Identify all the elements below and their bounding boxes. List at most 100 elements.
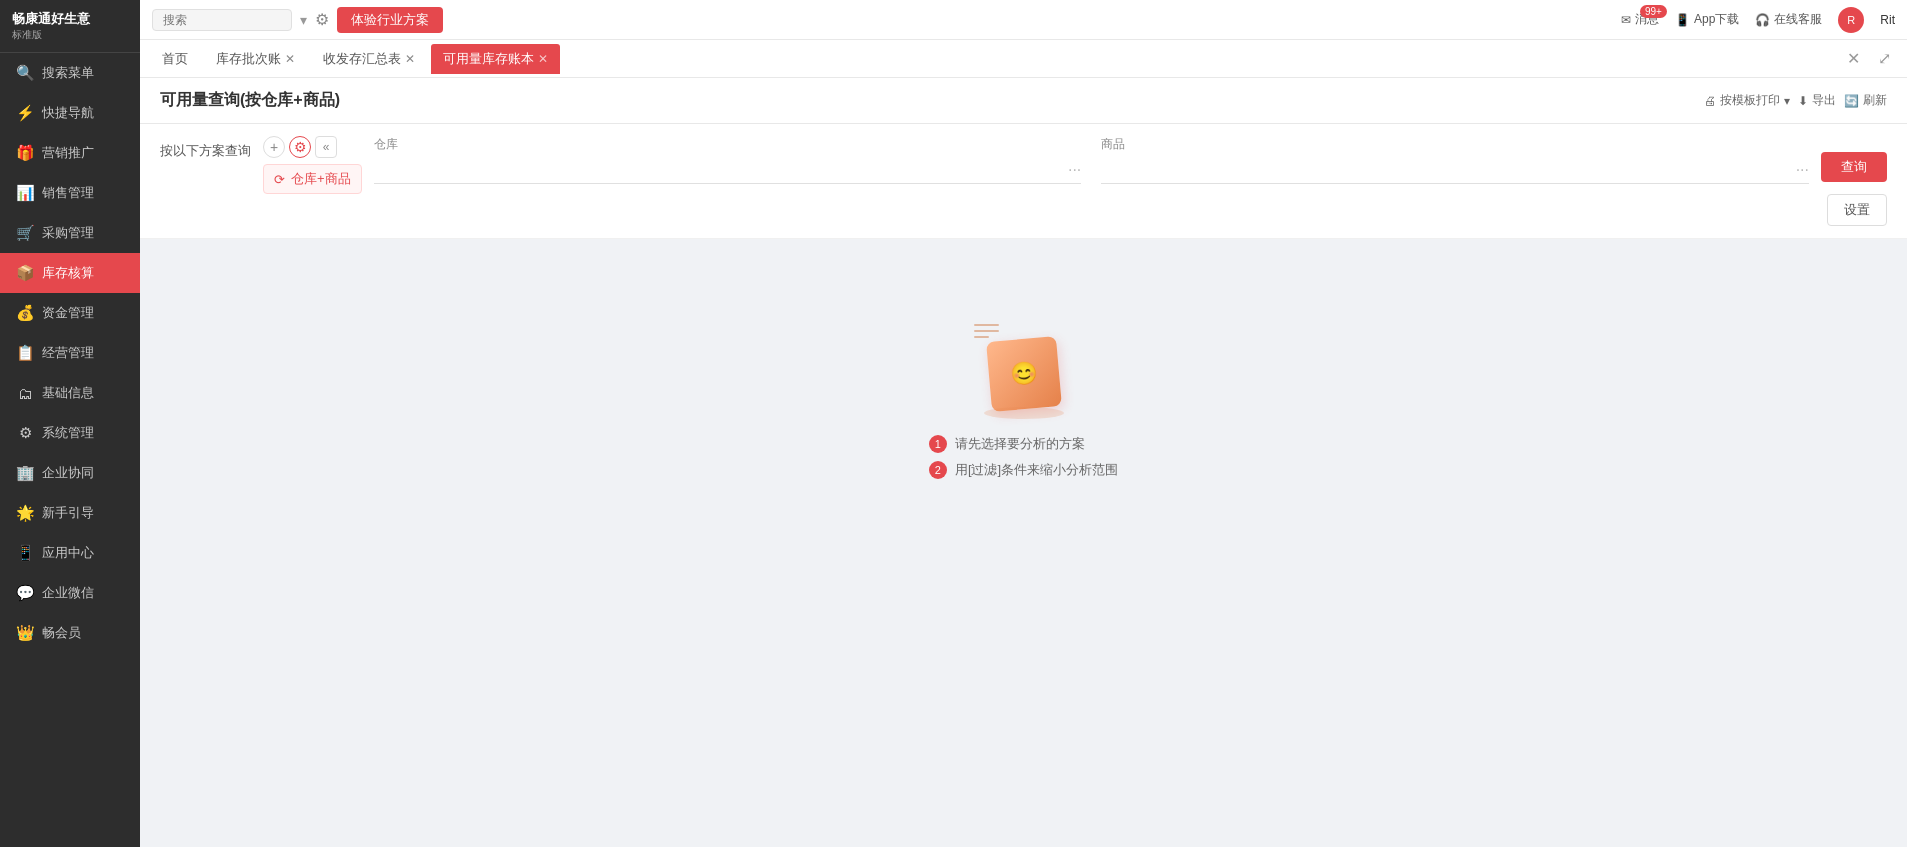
warehouse-input[interactable]	[374, 163, 1064, 178]
tab-batch-account[interactable]: 库存批次账 ✕	[204, 44, 307, 74]
scheme-actions: + ⚙ «	[263, 136, 362, 158]
tabbar: 首页 库存批次账 ✕ 收发存汇总表 ✕ 可用量库存账本 ✕ ✕ ⤢	[140, 40, 1907, 78]
empty-step-1: 1 请先选择要分析的方案	[929, 435, 1118, 453]
page-header: 可用量查询(按仓库+商品) 🖨 按模板打印 ▾ ⬇ 导出 🔄 刷新	[140, 78, 1907, 124]
step-1-text: 请先选择要分析的方案	[955, 435, 1085, 453]
settings-button[interactable]: 设置	[1827, 194, 1887, 226]
sidebar-item-label: 新手引导	[42, 504, 94, 522]
sidebar-item-label: 采购管理	[42, 224, 94, 242]
operation-icon: 📋	[16, 344, 34, 362]
warehouse-more-icon[interactable]: ···	[1068, 161, 1081, 179]
tab-close-icon[interactable]: ✕	[405, 52, 415, 66]
sidebar-item-sales[interactable]: 📊 销售管理	[0, 173, 140, 213]
tab-close-icon[interactable]: ✕	[285, 52, 295, 66]
product-input-wrap: ···	[1101, 157, 1809, 184]
print-icon: 🖨	[1704, 94, 1716, 108]
notification-btn[interactable]: ✉ 消息 99+	[1621, 11, 1659, 28]
warehouse-input-wrap: ···	[374, 157, 1082, 184]
sidebar-item-label: 快捷导航	[42, 104, 94, 122]
app-subtitle: 标准版	[12, 28, 128, 42]
app-download-label: App下载	[1694, 11, 1739, 28]
sidebar-item-enterprise[interactable]: 🏢 企业协同	[0, 453, 140, 493]
sidebar-item-quick-nav[interactable]: ⚡ 快捷导航	[0, 93, 140, 133]
query-button[interactable]: 查询	[1821, 152, 1887, 182]
sidebar-item-inventory[interactable]: 📦 库存核算	[0, 253, 140, 293]
export-btn[interactable]: ⬇ 导出	[1798, 92, 1836, 109]
product-more-icon[interactable]: ···	[1796, 161, 1809, 179]
print-btn[interactable]: 🖨 按模板打印 ▾	[1704, 92, 1790, 109]
add-scheme-btn[interactable]: +	[263, 136, 285, 158]
close-tab-action-btn[interactable]: ✕	[1841, 47, 1866, 70]
search-icon: 🔍	[16, 64, 34, 82]
sidebar-item-basic-info[interactable]: 🗂 基础信息	[0, 373, 140, 413]
phone-icon: 📱	[1675, 13, 1690, 27]
empty-line	[974, 336, 989, 338]
quick-nav-icon: ⚡	[16, 104, 34, 122]
topbar-right: ✉ 消息 99+ 📱 App下载 🎧 在线客服 R Rit	[1621, 7, 1895, 33]
filter-field-product: 商品 ···	[1101, 136, 1809, 184]
app-title: 畅康通好生意	[12, 10, 128, 28]
avatar[interactable]: R	[1838, 7, 1864, 33]
sidebar-item-newbie[interactable]: 🌟 新手引导	[0, 493, 140, 533]
product-label: 商品	[1101, 136, 1809, 153]
empty-line	[974, 324, 999, 326]
export-icon: ⬇	[1798, 94, 1808, 108]
sidebar-item-member[interactable]: 👑 畅会员	[0, 613, 140, 653]
online-service-btn[interactable]: 🎧 在线客服	[1755, 11, 1822, 28]
filter-field-warehouse: 仓库 ···	[374, 136, 1082, 184]
sidebar-item-marketing[interactable]: 🎁 营销推广	[0, 133, 140, 173]
scheme-settings-btn[interactable]: ⚙	[289, 136, 311, 158]
header-actions: 🖨 按模板打印 ▾ ⬇ 导出 🔄 刷新	[1704, 92, 1887, 109]
filter-schemes: + ⚙ « ⟳ 仓库+商品	[263, 136, 362, 194]
sidebar-item-operation[interactable]: 📋 经营管理	[0, 333, 140, 373]
online-service-label: 在线客服	[1774, 11, 1822, 28]
notification-badge: 99+	[1640, 5, 1667, 18]
tab-home[interactable]: 首页	[150, 44, 200, 74]
product-input[interactable]	[1101, 163, 1791, 178]
newbie-icon: 🌟	[16, 504, 34, 522]
scheme-label: 仓库+商品	[291, 170, 351, 188]
tab-stock-summary[interactable]: 收发存汇总表 ✕	[311, 44, 427, 74]
app-download-btn[interactable]: 📱 App下载	[1675, 11, 1739, 28]
topbar-search-input[interactable]	[152, 9, 292, 31]
step-num-2: 2	[929, 461, 947, 479]
empty-illustration	[964, 319, 1084, 419]
inventory-icon: 📦	[16, 264, 34, 282]
sidebar-item-wechat[interactable]: 💬 企业微信	[0, 573, 140, 613]
main-area: ▾ ⚙ 体验行业方案 ✉ 消息 99+ 📱 App下载 🎧 在线客服 R Rit…	[140, 0, 1907, 847]
trial-button[interactable]: 体验行业方案	[337, 7, 443, 33]
filter-bar: 按以下方案查询 + ⚙ « ⟳ 仓库+商品 仓库 ···	[140, 124, 1907, 239]
step-num-1: 1	[929, 435, 947, 453]
sidebar-item-finance[interactable]: 💰 资金管理	[0, 293, 140, 333]
scheme-item[interactable]: ⟳ 仓库+商品	[263, 164, 362, 194]
message-icon: ✉	[1621, 13, 1631, 27]
sidebar-item-system[interactable]: ⚙ 系统管理	[0, 413, 140, 453]
sidebar-item-label: 销售管理	[42, 184, 94, 202]
sidebar-item-search[interactable]: 🔍 搜索菜单	[0, 53, 140, 93]
empty-state: 1 请先选择要分析的方案 2 用[过滤]条件来缩小分析范围	[140, 239, 1907, 559]
filter-fields: 仓库 ··· 商品 ···	[374, 136, 1809, 184]
tab-available-ledger[interactable]: 可用量库存账本 ✕	[431, 44, 560, 74]
sidebar-item-label: 畅会员	[42, 624, 81, 642]
user-name[interactable]: Rit	[1880, 13, 1895, 27]
empty-step-2: 2 用[过滤]条件来缩小分析范围	[929, 461, 1118, 479]
refresh-btn[interactable]: 🔄 刷新	[1844, 92, 1887, 109]
sidebar-item-label: 资金管理	[42, 304, 94, 322]
tab-close-icon[interactable]: ✕	[538, 52, 548, 66]
topbar: ▾ ⚙ 体验行业方案 ✉ 消息 99+ 📱 App下载 🎧 在线客服 R Rit	[140, 0, 1907, 40]
gear-icon[interactable]: ⚙	[315, 10, 329, 29]
dropdown-chevron-icon[interactable]: ▾	[300, 12, 307, 28]
wechat-icon: 💬	[16, 584, 34, 602]
expand-tab-action-btn[interactable]: ⤢	[1872, 47, 1897, 70]
collapse-btn[interactable]: «	[315, 136, 337, 158]
sidebar-item-label: 企业微信	[42, 584, 94, 602]
sidebar-item-app-center[interactable]: 📱 应用中心	[0, 533, 140, 573]
chevron-down-icon[interactable]: ▾	[1784, 94, 1790, 108]
sidebar-item-purchase[interactable]: 🛒 采购管理	[0, 213, 140, 253]
sidebar-item-label: 基础信息	[42, 384, 94, 402]
sales-icon: 📊	[16, 184, 34, 202]
tab-actions: ✕ ⤢	[1841, 47, 1897, 70]
headset-icon: 🎧	[1755, 13, 1770, 27]
marketing-icon: 🎁	[16, 144, 34, 162]
warehouse-label: 仓库	[374, 136, 1082, 153]
